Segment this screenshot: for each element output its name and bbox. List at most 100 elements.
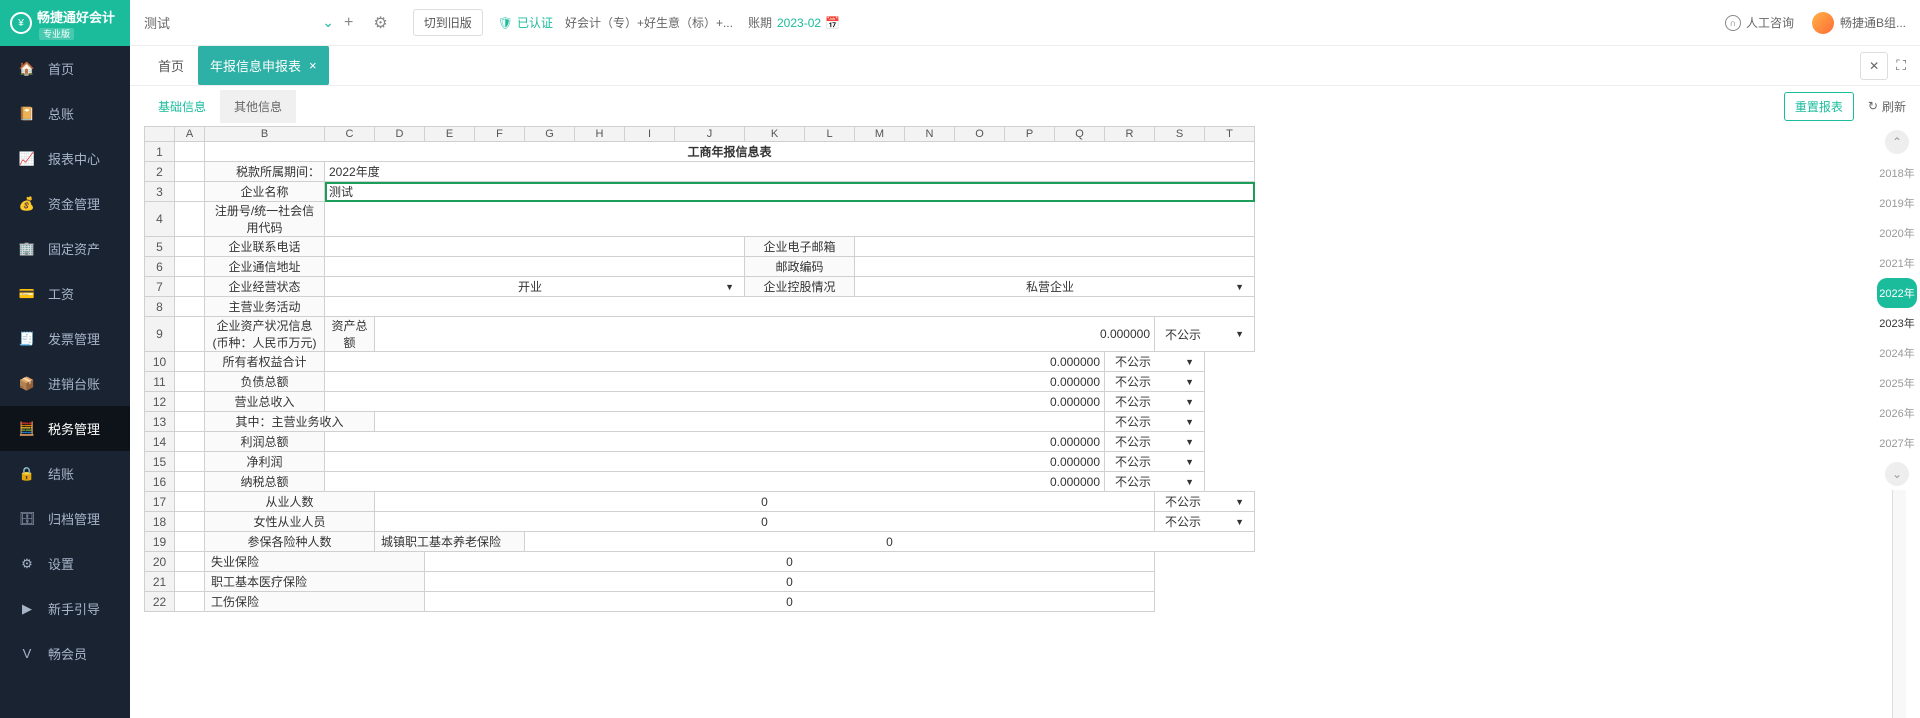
sidebar-item-stock[interactable]: 📦进销台账	[0, 361, 130, 406]
sidebar-item-guide[interactable]: ▶新手引导	[0, 586, 130, 631]
asset-icon: 🏢	[18, 240, 36, 258]
topbar: 测试 ⌄ + ⚙ 切到旧版 🛡 已认证 好会计（专）+好生意（标）+... 账期…	[130, 0, 1920, 46]
row-4[interactable]: 4	[145, 202, 175, 237]
verified-badge: 🛡 已认证	[498, 14, 553, 31]
year-2018年[interactable]: 2018年	[1874, 158, 1920, 188]
row-14[interactable]: 14	[145, 432, 175, 452]
col-I[interactable]: I	[625, 127, 675, 142]
company-select[interactable]: 测试 ⌄	[144, 13, 334, 32]
sidebar-item-archive[interactable]: 🗄归档管理	[0, 496, 130, 541]
year-2020年[interactable]: 2020年	[1874, 218, 1920, 248]
tab-home[interactable]: 首页	[144, 56, 198, 75]
col-K[interactable]: K	[745, 127, 805, 142]
row-18[interactable]: 18	[145, 512, 175, 532]
refresh-icon: ↻	[1868, 99, 1878, 113]
reset-button[interactable]: 重置报表	[1784, 92, 1854, 121]
row-1[interactable]: 1	[145, 142, 175, 162]
ledger-icon: 📔	[18, 105, 36, 123]
period-select[interactable]: 2023-02 📅	[777, 16, 840, 30]
year-2022年[interactable]: 2022年	[1877, 278, 1917, 308]
close-all-button[interactable]: ✕	[1860, 52, 1888, 80]
col-C[interactable]: C	[325, 127, 375, 142]
sidebar-item-money[interactable]: 💰资金管理	[0, 181, 130, 226]
headset-icon: ∩	[1725, 15, 1741, 31]
expand-icon[interactable]: ⛶	[1896, 57, 1906, 74]
sidebar-item-tax[interactable]: 🧮税务管理	[0, 406, 130, 451]
row-8[interactable]: 8	[145, 297, 175, 317]
year-2027年[interactable]: 2027年	[1874, 428, 1920, 458]
col-B[interactable]: B	[205, 127, 325, 142]
row-22[interactable]: 22	[145, 592, 175, 612]
row-9[interactable]: 9	[145, 317, 175, 352]
refresh-button[interactable]: ↻ 刷新	[1868, 98, 1906, 115]
col-H[interactable]: H	[575, 127, 625, 142]
nav-list: 🏠首页📔总账📈报表中心💰资金管理🏢固定资产💳工资🧾发票管理📦进销台账🧮税务管理🔒…	[0, 46, 130, 718]
year-2024年[interactable]: 2024年	[1874, 338, 1920, 368]
subtab-other[interactable]: 其他信息	[220, 90, 296, 123]
row-16[interactable]: 16	[145, 472, 175, 492]
row-2[interactable]: 2	[145, 162, 175, 182]
sidebar-item-invoice[interactable]: 🧾发票管理	[0, 316, 130, 361]
year-2026年[interactable]: 2026年	[1874, 398, 1920, 428]
chevron-down-icon: ⌄	[322, 14, 334, 31]
year-2023年[interactable]: 2023年	[1874, 308, 1920, 338]
sidebar-item-settings[interactable]: ⚙设置	[0, 541, 130, 586]
year-2025年[interactable]: 2025年	[1874, 368, 1920, 398]
avatar[interactable]	[1812, 12, 1834, 34]
period-label: 账期	[748, 14, 772, 31]
row-6[interactable]: 6	[145, 257, 175, 277]
invoice-icon: 🧾	[18, 330, 36, 348]
row-5[interactable]: 5	[145, 237, 175, 257]
sidebar-item-asset[interactable]: 🏢固定资产	[0, 226, 130, 271]
year-down-button[interactable]: ⌄	[1885, 462, 1909, 486]
row-15[interactable]: 15	[145, 452, 175, 472]
col-J[interactable]: J	[675, 127, 745, 142]
subtab-basic[interactable]: 基础信息	[144, 90, 220, 123]
row-3[interactable]: 3	[145, 182, 175, 202]
spreadsheet[interactable]: ABCDEFGHIJKLMNOPQRST1工商年报信息表2税款所属期间：2022…	[144, 126, 1892, 718]
col-F[interactable]: F	[475, 127, 525, 142]
row-19[interactable]: 19	[145, 532, 175, 552]
row-21[interactable]: 21	[145, 572, 175, 592]
year-2021年[interactable]: 2021年	[1874, 248, 1920, 278]
row-17[interactable]: 17	[145, 492, 175, 512]
col-R[interactable]: R	[1105, 127, 1155, 142]
row-7[interactable]: 7	[145, 277, 175, 297]
col-G[interactable]: G	[525, 127, 575, 142]
col-O[interactable]: O	[955, 127, 1005, 142]
brand-sub: 专业版	[39, 28, 74, 40]
sidebar-item-salary[interactable]: 💳工资	[0, 271, 130, 316]
year-2019年[interactable]: 2019年	[1874, 188, 1920, 218]
gear-icon[interactable]: ⚙	[363, 13, 397, 33]
row-20[interactable]: 20	[145, 552, 175, 572]
col-M[interactable]: M	[855, 127, 905, 142]
col-D[interactable]: D	[375, 127, 425, 142]
col-Q[interactable]: Q	[1055, 127, 1105, 142]
col-L[interactable]: L	[805, 127, 855, 142]
row-12[interactable]: 12	[145, 392, 175, 412]
col-E[interactable]: E	[425, 127, 475, 142]
username: 畅捷通B组...	[1840, 14, 1906, 31]
sidebar-item-chart[interactable]: 📈报表中心	[0, 136, 130, 181]
row-11[interactable]: 11	[145, 372, 175, 392]
col-T[interactable]: T	[1205, 127, 1255, 142]
row-13[interactable]: 13	[145, 412, 175, 432]
sidebar-item-close[interactable]: 🔒结账	[0, 451, 130, 496]
close-icon[interactable]: ×	[309, 58, 317, 73]
col-A[interactable]: A	[175, 127, 205, 142]
add-icon[interactable]: +	[334, 14, 363, 32]
col-S[interactable]: S	[1155, 127, 1205, 142]
col-P[interactable]: P	[1005, 127, 1055, 142]
sidebar-item-ledger[interactable]: 📔总账	[0, 91, 130, 136]
switch-old-button[interactable]: 切到旧版	[413, 9, 483, 36]
sidebar-item-home[interactable]: 🏠首页	[0, 46, 130, 91]
col-N[interactable]: N	[905, 127, 955, 142]
company-name-cell[interactable]: 测试	[325, 182, 1255, 202]
tab-active[interactable]: 年报信息申报表 ×	[198, 46, 329, 85]
year-up-button[interactable]: ⌃	[1885, 130, 1909, 154]
row-10[interactable]: 10	[145, 352, 175, 372]
subtabs: 基础信息 其他信息 重置报表 ↻ 刷新	[130, 86, 1920, 126]
home-icon: 🏠	[18, 60, 36, 78]
support-link[interactable]: ∩ 人工咨询	[1725, 14, 1794, 31]
sidebar-item-vip[interactable]: V畅会员	[0, 631, 130, 676]
